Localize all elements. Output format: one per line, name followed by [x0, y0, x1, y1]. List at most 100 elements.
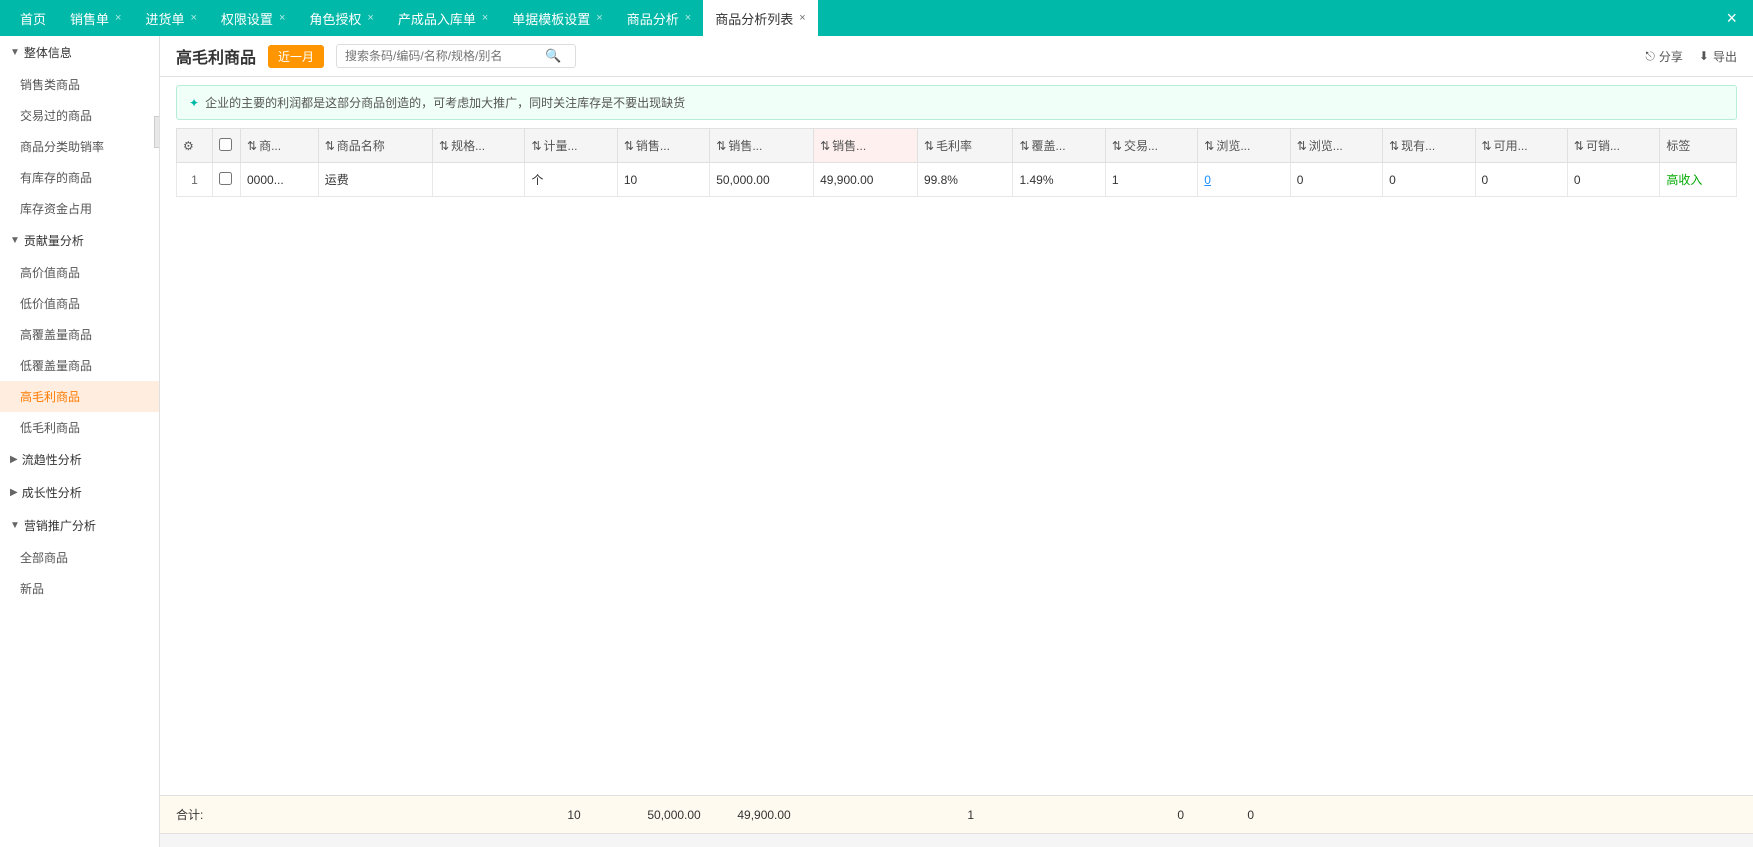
col-trade[interactable]: ⇅ 交易...	[1105, 129, 1197, 163]
col-browse1[interactable]: ⇅ 浏览...	[1198, 129, 1290, 163]
footer-trade: 1	[967, 808, 1037, 822]
sidebar-group-growth[interactable]: ▶ 成长性分析	[0, 476, 159, 509]
filter-period-button[interactable]: 近一月	[268, 45, 324, 68]
close-all-tabs[interactable]: ×	[1718, 8, 1745, 29]
nav-template-settings[interactable]: 单据模板设置 ×	[500, 0, 614, 36]
cell-name: 运费	[318, 163, 432, 197]
col-sales-qty[interactable]: ⇅ 销售...	[617, 129, 709, 163]
sidebar-item-all-products[interactable]: 全部商品	[0, 542, 159, 573]
cell-sellable: 0	[1567, 163, 1659, 197]
sidebar-group-marketing[interactable]: ▼ 营销推广分析	[0, 509, 159, 542]
col-unit[interactable]: ⇅ 计量...	[525, 129, 617, 163]
cell-unit: 个	[525, 163, 617, 197]
sidebar-item-category-rate[interactable]: 商品分类助销率	[0, 131, 159, 162]
cell-code: 0000...	[241, 163, 319, 197]
close-permission-settings[interactable]: ×	[279, 12, 285, 24]
col-sellable[interactable]: ⇅ 可销...	[1567, 129, 1659, 163]
share-icon: ⎋	[1645, 49, 1655, 64]
nav-product-warehouse[interactable]: 产成品入库单 ×	[386, 0, 500, 36]
col-check	[213, 129, 241, 163]
nav-role-auth[interactable]: 角色授权 ×	[297, 0, 385, 36]
cell-gross-margin: 99.8%	[917, 163, 1013, 197]
sidebar-item-high-coverage[interactable]: 高覆盖量商品	[0, 319, 159, 350]
sidebar-item-high-margin[interactable]: 高毛利商品	[0, 381, 159, 412]
nav-home[interactable]: 首页	[8, 0, 58, 36]
nav-product-analysis[interactable]: 商品分析 ×	[615, 0, 703, 36]
cell-sales-amount: 50,000.00	[710, 163, 814, 197]
table-container: ⚙ ⇅ 商... ⇅	[160, 128, 1753, 795]
sidebar-item-sales-products[interactable]: 销售类商品	[0, 69, 159, 100]
footer-available: 0	[1247, 808, 1317, 822]
close-template-settings[interactable]: ×	[596, 12, 602, 24]
footer-sales-qty: 10	[567, 808, 647, 822]
content-area: 高毛利商品 近一月 🔍 ⎋ 分享 ⬇ 导出 ✦ 企业的主要的利润都是这部分商品创…	[160, 36, 1753, 847]
col-gross-margin[interactable]: ⇅ 毛利率	[917, 129, 1013, 163]
info-icon: ✦	[189, 96, 199, 110]
sidebar-item-low-coverage[interactable]: 低覆盖量商品	[0, 350, 159, 381]
footer-total: 合计: 10 50,000.00 49,900.00	[160, 795, 1753, 833]
col-name[interactable]: ⇅ 商品名称	[318, 129, 432, 163]
sidebar-group-contribution[interactable]: ▼ 贡献量分析	[0, 224, 159, 257]
sidebar-collapse-button[interactable]: «	[154, 116, 160, 148]
sidebar-group-trend[interactable]: ▶ 流趋性分析	[0, 443, 159, 476]
table-body: 1 0000... 运费 个	[177, 163, 1737, 197]
col-code[interactable]: ⇅ 商...	[241, 129, 319, 163]
cell-coverage: 1.49%	[1013, 163, 1105, 197]
share-button[interactable]: ⎋ 分享	[1645, 48, 1683, 65]
top-navigation: 首页 销售单 × 进货单 × 权限设置 × 角色授权 × 产成品入库单 × 单据…	[0, 0, 1753, 36]
sidebar-group-overall[interactable]: ▼ 整体信息	[0, 36, 159, 69]
close-purchase-order[interactable]: ×	[190, 12, 196, 24]
close-product-warehouse[interactable]: ×	[482, 12, 488, 24]
nav-product-analysis-list[interactable]: 商品分析列表 ×	[703, 0, 817, 36]
col-coverage[interactable]: ⇅ 覆盖...	[1013, 129, 1105, 163]
sidebar-item-capital-occupation[interactable]: 库存资金占用	[0, 193, 159, 224]
row-number: 1	[177, 163, 213, 197]
horizontal-scrollbar[interactable]	[160, 833, 1753, 847]
col-current-stock[interactable]: ⇅ 现有...	[1383, 129, 1475, 163]
search-icon[interactable]: 🔍	[545, 48, 561, 64]
col-sales-amount[interactable]: ⇅ 销售...	[710, 129, 814, 163]
col-available[interactable]: ⇅ 可用...	[1475, 129, 1567, 163]
search-input[interactable]	[345, 49, 545, 63]
export-icon: ⬇	[1699, 49, 1709, 63]
cell-available: 0	[1475, 163, 1567, 197]
main-container: ▼ 整体信息 销售类商品 交易过的商品 商品分类助销率 有库存的商品 库存资金占…	[0, 36, 1753, 847]
nav-permission-settings[interactable]: 权限设置 ×	[209, 0, 297, 36]
table-row: 1 0000... 运费 个	[177, 163, 1737, 197]
cell-spec	[433, 163, 525, 197]
close-product-analysis-list[interactable]: ×	[799, 12, 805, 24]
content-header: 高毛利商品 近一月 🔍 ⎋ 分享 ⬇ 导出	[160, 36, 1753, 77]
close-sales-order[interactable]: ×	[115, 12, 121, 24]
footer-sales-amount: 50,000.00	[647, 808, 737, 822]
sidebar-item-high-value[interactable]: 高价值商品	[0, 257, 159, 288]
row-checkbox[interactable]	[219, 172, 232, 185]
footer-current-stock: 0	[1177, 808, 1247, 822]
close-product-analysis[interactable]: ×	[685, 12, 691, 24]
header-actions: ⎋ 分享 ⬇ 导出	[1645, 48, 1737, 65]
col-settings[interactable]: ⚙	[177, 129, 213, 163]
cell-trade: 1	[1105, 163, 1197, 197]
cell-sales-profit: 49,900.00	[814, 163, 918, 197]
footer-cells: 10 50,000.00 49,900.00 1 0	[219, 808, 1737, 822]
select-all-checkbox[interactable]	[219, 138, 232, 151]
cell-sales-qty: 10	[617, 163, 709, 197]
nav-purchase-order[interactable]: 进货单 ×	[133, 0, 208, 36]
sidebar-item-new-products[interactable]: 新品	[0, 573, 159, 604]
row-check	[213, 163, 241, 197]
col-spec[interactable]: ⇅ 规格...	[433, 129, 525, 163]
sidebar-item-traded-products[interactable]: 交易过的商品	[0, 100, 159, 131]
cell-tag: 高收入	[1660, 163, 1737, 197]
arrow-marketing: ▼	[10, 520, 20, 531]
col-sales-profit[interactable]: ⇅ 销售...	[814, 129, 918, 163]
search-box: 🔍	[336, 44, 576, 68]
col-browse2[interactable]: ⇅ 浏览...	[1290, 129, 1382, 163]
export-button[interactable]: ⬇ 导出	[1699, 48, 1737, 65]
nav-sales-order[interactable]: 销售单 ×	[58, 0, 133, 36]
cell-browse1[interactable]: 0	[1198, 163, 1290, 197]
col-tag: 标签	[1660, 129, 1737, 163]
sidebar-item-in-stock[interactable]: 有库存的商品	[0, 162, 159, 193]
sidebar-item-low-margin[interactable]: 低毛利商品	[0, 412, 159, 443]
page-title: 高毛利商品	[176, 44, 256, 68]
sidebar-item-low-value[interactable]: 低价值商品	[0, 288, 159, 319]
close-role-auth[interactable]: ×	[367, 12, 373, 24]
